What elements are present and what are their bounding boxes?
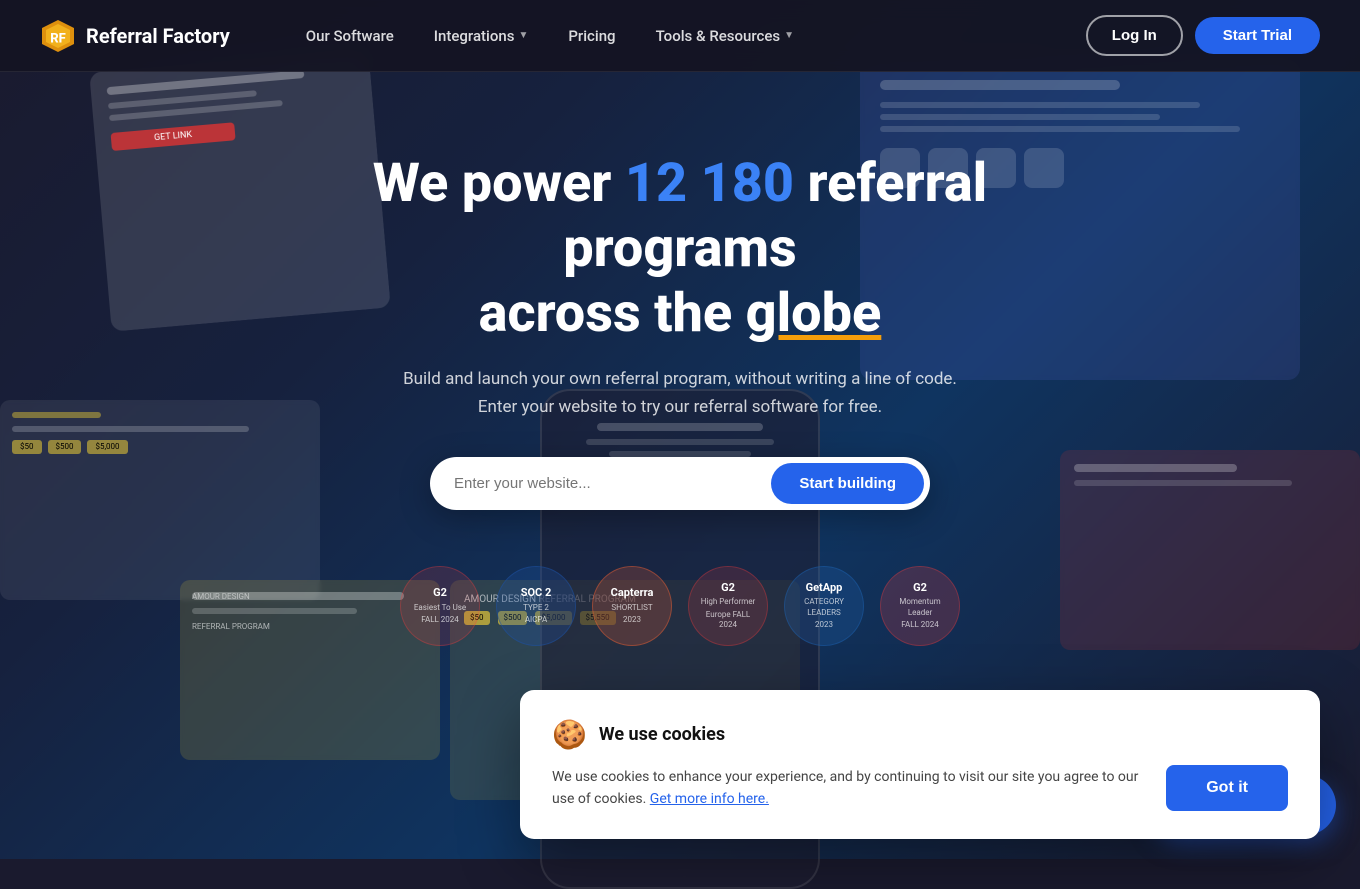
brand-link[interactable]: RF Referral Factory xyxy=(40,18,230,54)
badge-capterra: Capterra SHORTLIST 2023 xyxy=(592,566,672,646)
badges-row: G2 Easiest To Use FALL 2024 SOC 2 TYPE 2… xyxy=(400,566,960,646)
cookie-title: We use cookies xyxy=(599,724,725,745)
cookie-text: We use cookies to enhance your experienc… xyxy=(552,766,1142,811)
hero-title: We power 12 180 referral programs across… xyxy=(320,152,1040,346)
login-button[interactable]: Log In xyxy=(1086,15,1183,56)
integrations-chevron-icon: ▼ xyxy=(518,30,528,41)
cookie-more-info-link[interactable]: Get more info here. xyxy=(650,791,769,807)
nav-actions: Log In Start Trial xyxy=(1086,15,1320,56)
nav-item-our-software[interactable]: Our Software xyxy=(290,19,410,53)
brand-logo-icon: RF xyxy=(40,18,76,54)
nav-item-pricing[interactable]: Pricing xyxy=(552,19,631,53)
nav-links: Our Software Integrations ▼ Pricing Tool… xyxy=(290,19,1086,53)
nav-item-integrations[interactable]: Integrations ▼ xyxy=(418,19,545,53)
cookie-header: 🍪 We use cookies xyxy=(552,718,1288,751)
badge-g2-high-performer: G2 High Performer Europe FALL 2024 xyxy=(688,566,768,646)
hero-search-form: Start building xyxy=(430,457,930,510)
cookie-banner: 🍪 We use cookies We use cookies to enhan… xyxy=(520,690,1320,839)
navbar: RF Referral Factory Our Software Integra… xyxy=(0,0,1360,72)
brand-name: Referral Factory xyxy=(86,24,230,48)
badge-soc2: SOC 2 TYPE 2 AICPA xyxy=(496,566,576,646)
cookie-emoji-icon: 🍪 xyxy=(552,718,587,751)
hero-subtitle: Build and launch your own referral progr… xyxy=(400,366,960,420)
start-trial-button[interactable]: Start Trial xyxy=(1195,17,1320,54)
got-it-button[interactable]: Got it xyxy=(1166,765,1288,811)
badge-g2-easiest: G2 Easiest To Use FALL 2024 xyxy=(400,566,480,646)
tools-resources-chevron-icon: ▼ xyxy=(784,30,794,41)
website-input[interactable] xyxy=(454,475,771,492)
hero-stat-count: 12 180 xyxy=(625,152,794,215)
svg-text:RF: RF xyxy=(50,31,66,46)
badge-g2-momentum: G2 Momentum Leader FALL 2024 xyxy=(880,566,960,646)
cookie-body: We use cookies to enhance your experienc… xyxy=(552,765,1288,811)
start-building-button[interactable]: Start building xyxy=(771,463,924,504)
nav-item-tools-resources[interactable]: Tools & Resources ▼ xyxy=(640,19,810,53)
hero-section: We power 12 180 referral programs across… xyxy=(0,72,1360,686)
badge-getapp: GetApp CATEGORY LEADERS 2023 xyxy=(784,566,864,646)
